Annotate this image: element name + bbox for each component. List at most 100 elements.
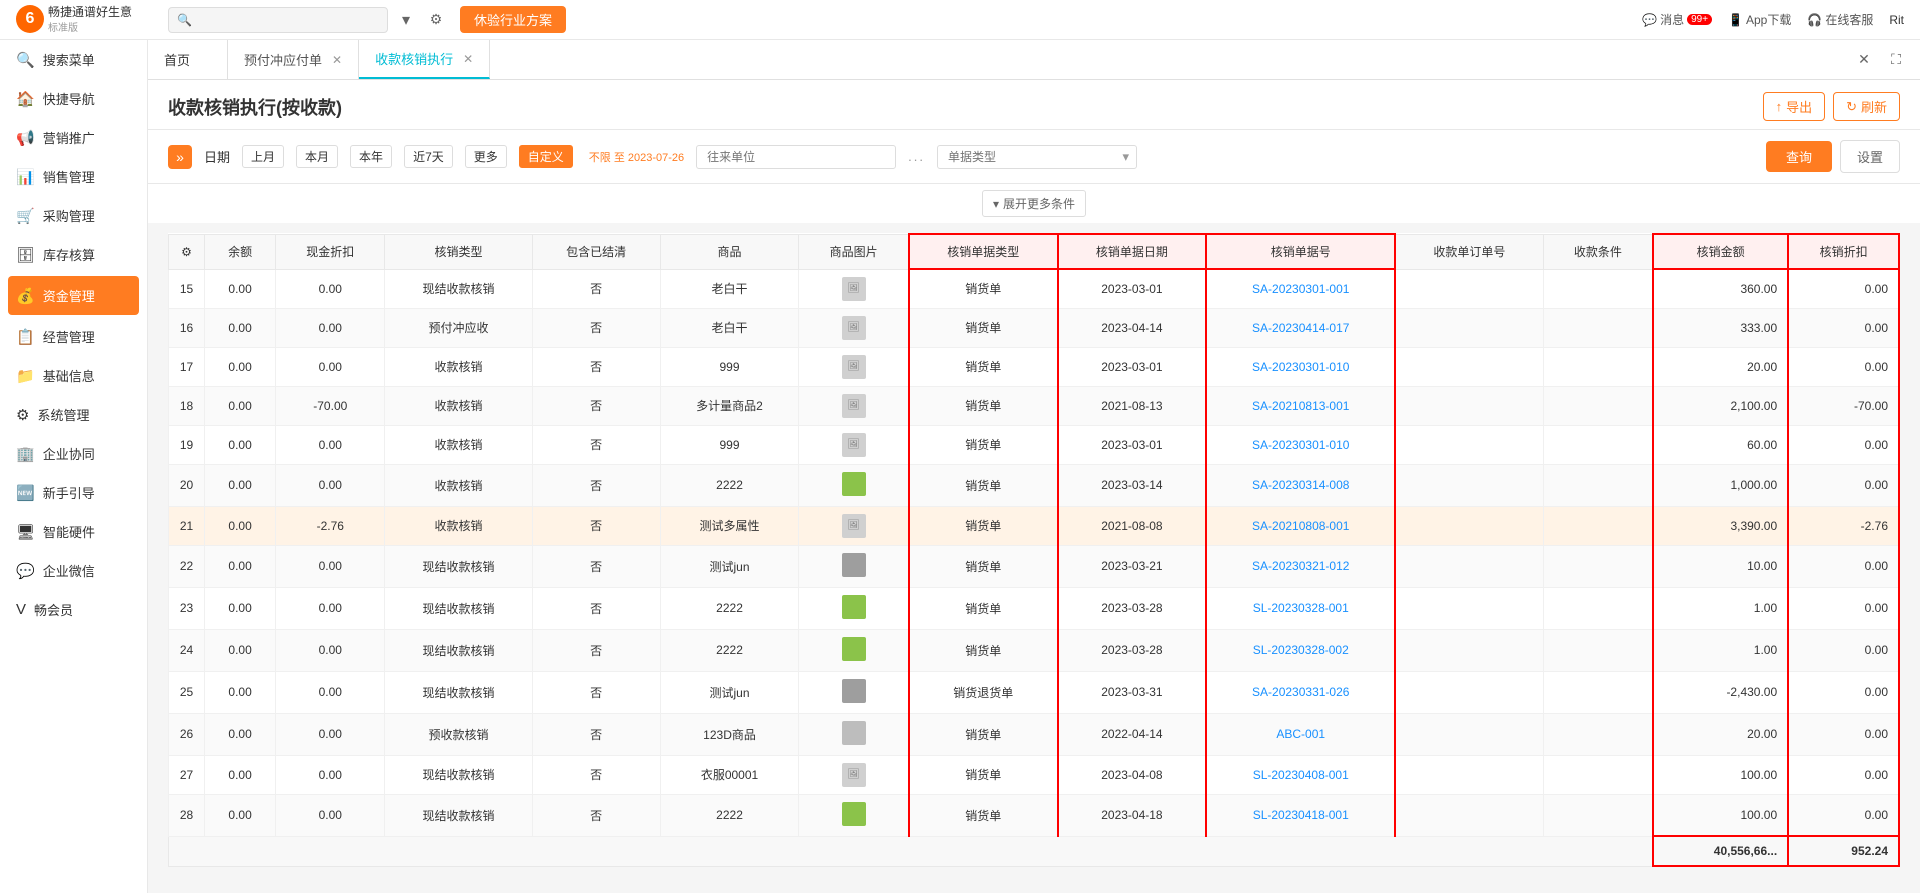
cell-bill-no[interactable]: SA-20210813-001 bbox=[1206, 386, 1395, 425]
cell-balance: 0.00 bbox=[205, 269, 276, 308]
sidebar-item-operations[interactable]: 📋 经营管理 bbox=[0, 317, 147, 356]
cell-bill-date: 2021-08-13 bbox=[1058, 386, 1207, 425]
sidebar-item-basic[interactable]: 📁 基础信息 bbox=[0, 356, 147, 395]
product-image: 🖼 bbox=[842, 394, 866, 418]
cell-seq: 20 bbox=[169, 464, 205, 506]
tab-maximize-button[interactable]: ⛶ bbox=[1884, 48, 1908, 72]
sidebar-item-system[interactable]: ⚙ 系统管理 bbox=[0, 395, 147, 434]
cell-bill-no[interactable]: SL-20230408-001 bbox=[1206, 755, 1395, 794]
expand-more-conditions-button[interactable]: ▾ 展开更多条件 bbox=[982, 190, 1086, 217]
cell-receipt-condition bbox=[1543, 545, 1653, 587]
tab-prepay[interactable]: 预付冲应付单 ✕ bbox=[228, 40, 359, 79]
content-area: 首页 预付冲应付单 ✕ 收款核销执行 ✕ ✕ ⛶ 收款核销执行(按收款) bbox=[148, 40, 1920, 893]
date-custom-button[interactable]: 自定义 bbox=[519, 145, 573, 168]
sidebar-item-hardware[interactable]: 🖥 智能硬件 bbox=[0, 512, 147, 551]
cell-bill-date: 2023-03-21 bbox=[1058, 545, 1207, 587]
bill-no-link[interactable]: SA-20210813-001 bbox=[1252, 399, 1349, 413]
cell-seq: 22 bbox=[169, 545, 205, 587]
date-7days-button[interactable]: 近7天 bbox=[404, 145, 453, 168]
cell-bill-no[interactable]: SA-20210808-001 bbox=[1206, 506, 1395, 545]
bill-no-link[interactable]: SL-20230418-001 bbox=[1253, 808, 1349, 822]
date-more-button[interactable]: 更多 bbox=[465, 145, 507, 168]
cell-bill-no[interactable]: SA-20230301-010 bbox=[1206, 425, 1395, 464]
cell-bill-date: 2022-04-14 bbox=[1058, 713, 1207, 755]
tab-home[interactable]: 首页 bbox=[148, 40, 228, 79]
sidebar-item-purchase[interactable]: 🛒 采购管理 bbox=[0, 196, 147, 235]
messages-button[interactable]: 💬 消息 99+ bbox=[1642, 11, 1712, 28]
cell-bill-no[interactable]: SA-20230301-001 bbox=[1206, 269, 1395, 308]
cell-verify-amount: 1,000.00 bbox=[1653, 464, 1788, 506]
bill-no-link[interactable]: SA-20230301-001 bbox=[1252, 282, 1349, 296]
sidebar-item-finance[interactable]: 💰 资金管理 bbox=[8, 276, 139, 315]
product-image bbox=[842, 472, 866, 496]
date-last-month-button[interactable]: 上月 bbox=[242, 145, 284, 168]
cell-bill-no[interactable]: SL-20230328-002 bbox=[1206, 629, 1395, 671]
expand-icon: ▾ bbox=[993, 197, 999, 211]
user-name[interactable]: Rit bbox=[1889, 13, 1904, 27]
app-download-button[interactable]: 📱 App下载 bbox=[1728, 11, 1791, 28]
sidebar-item-enterprise[interactable]: 🏢 企业协同 bbox=[0, 434, 147, 473]
cell-verify-type: 现结收款核销 bbox=[385, 755, 532, 794]
cell-balance: 0.00 bbox=[205, 506, 276, 545]
cell-bill-no[interactable]: SL-20230328-001 bbox=[1206, 587, 1395, 629]
cell-bill-no[interactable]: ABC-001 bbox=[1206, 713, 1395, 755]
settings-button[interactable]: 设置 bbox=[1840, 140, 1900, 173]
sidebar-item-inventory[interactable]: 🗄 库存核算 bbox=[0, 235, 147, 274]
cell-bill-no[interactable]: SA-20230414-017 bbox=[1206, 308, 1395, 347]
bill-type-input[interactable] bbox=[937, 145, 1137, 169]
tab-close-window-button[interactable]: ✕ bbox=[1852, 48, 1876, 72]
cell-receipt-order-no bbox=[1395, 713, 1543, 755]
cell-bill-no[interactable]: SA-20230301-010 bbox=[1206, 347, 1395, 386]
sidebar-item-search[interactable]: 🔍 搜索菜单 bbox=[0, 40, 147, 79]
cell-cash-discount: 0.00 bbox=[276, 587, 385, 629]
sidebar-item-marketing[interactable]: 📢 营销推广 bbox=[0, 118, 147, 157]
cell-receipt-order-no bbox=[1395, 464, 1543, 506]
bill-no-link[interactable]: SA-20230321-012 bbox=[1252, 559, 1349, 573]
online-service-button[interactable]: 🎧 在线客服 bbox=[1807, 11, 1873, 28]
date-this-month-button[interactable]: 本月 bbox=[296, 145, 338, 168]
cell-goods: 999 bbox=[660, 425, 799, 464]
tab-collection[interactable]: 收款核销执行 ✕ bbox=[359, 40, 490, 79]
cell-verify-discount: 0.00 bbox=[1788, 347, 1899, 386]
bill-no-link[interactable]: SA-20230414-017 bbox=[1252, 321, 1349, 335]
cell-bill-no[interactable]: SA-20230321-012 bbox=[1206, 545, 1395, 587]
bill-no-link[interactable]: SL-20230408-001 bbox=[1253, 768, 1349, 782]
filter-toggle-button[interactable]: » bbox=[168, 145, 192, 169]
bill-no-link[interactable]: SA-20210808-001 bbox=[1252, 519, 1349, 533]
export-button[interactable]: ↑ 导出 bbox=[1763, 92, 1826, 121]
dropdown-arrow[interactable]: ▾ bbox=[394, 8, 418, 32]
bill-no-link[interactable]: SL-20230328-002 bbox=[1253, 643, 1349, 657]
col-gear[interactable]: ⚙ bbox=[169, 234, 205, 269]
cell-bill-no[interactable]: SL-20230418-001 bbox=[1206, 794, 1395, 836]
tab-collection-close[interactable]: ✕ bbox=[463, 52, 473, 66]
tab-prepay-close[interactable]: ✕ bbox=[332, 53, 342, 67]
cell-bill-no[interactable]: SA-20230331-026 bbox=[1206, 671, 1395, 713]
sidebar-item-member[interactable]: V 畅会员 bbox=[0, 590, 147, 629]
sidebar-item-wechat[interactable]: 💬 企业微信 bbox=[0, 551, 147, 590]
from-unit-input[interactable] bbox=[696, 145, 896, 169]
sidebar-item-shortcut[interactable]: 🏠 快捷导航 bbox=[0, 79, 147, 118]
bill-no-link[interactable]: SA-20230301-010 bbox=[1252, 438, 1349, 452]
message-badge: 99+ bbox=[1687, 14, 1712, 25]
refresh-button[interactable]: ↻ 刷新 bbox=[1833, 92, 1900, 121]
table-row: 20 0.00 0.00 收款核销 否 2222 销货单 2023-03-14 … bbox=[169, 464, 1900, 506]
query-button[interactable]: 查询 bbox=[1766, 141, 1832, 172]
top-search-bar[interactable]: 🔍 bbox=[168, 7, 388, 33]
cell-bill-type: 销货单 bbox=[909, 587, 1058, 629]
bill-no-link[interactable]: SL-20230328-001 bbox=[1253, 601, 1349, 615]
bill-no-link[interactable]: SA-20230314-008 bbox=[1252, 478, 1349, 492]
bill-no-link[interactable]: ABC-001 bbox=[1276, 727, 1325, 741]
cell-bill-no[interactable]: SA-20230314-008 bbox=[1206, 464, 1395, 506]
bill-no-link[interactable]: SA-20230301-010 bbox=[1252, 360, 1349, 374]
date-this-year-button[interactable]: 本年 bbox=[350, 145, 392, 168]
sidebar-item-sales[interactable]: 📊 销售管理 bbox=[0, 157, 147, 196]
cell-bill-type: 销货单 bbox=[909, 308, 1058, 347]
top-bar-actions: 💬 消息 99+ 📱 App下载 🎧 在线客服 Rit bbox=[1642, 11, 1904, 28]
settings-gear-icon[interactable]: ⚙ bbox=[424, 8, 448, 32]
col-verify-amount: 核销金额 bbox=[1653, 234, 1788, 269]
sidebar-item-guide[interactable]: 🆕 新手引导 bbox=[0, 473, 147, 512]
industry-solution-button[interactable]: 休验行业方案 bbox=[460, 6, 566, 33]
bill-no-link[interactable]: SA-20230331-026 bbox=[1252, 685, 1349, 699]
service-icon: 🎧 bbox=[1807, 13, 1822, 27]
cell-cash-discount: 0.00 bbox=[276, 671, 385, 713]
